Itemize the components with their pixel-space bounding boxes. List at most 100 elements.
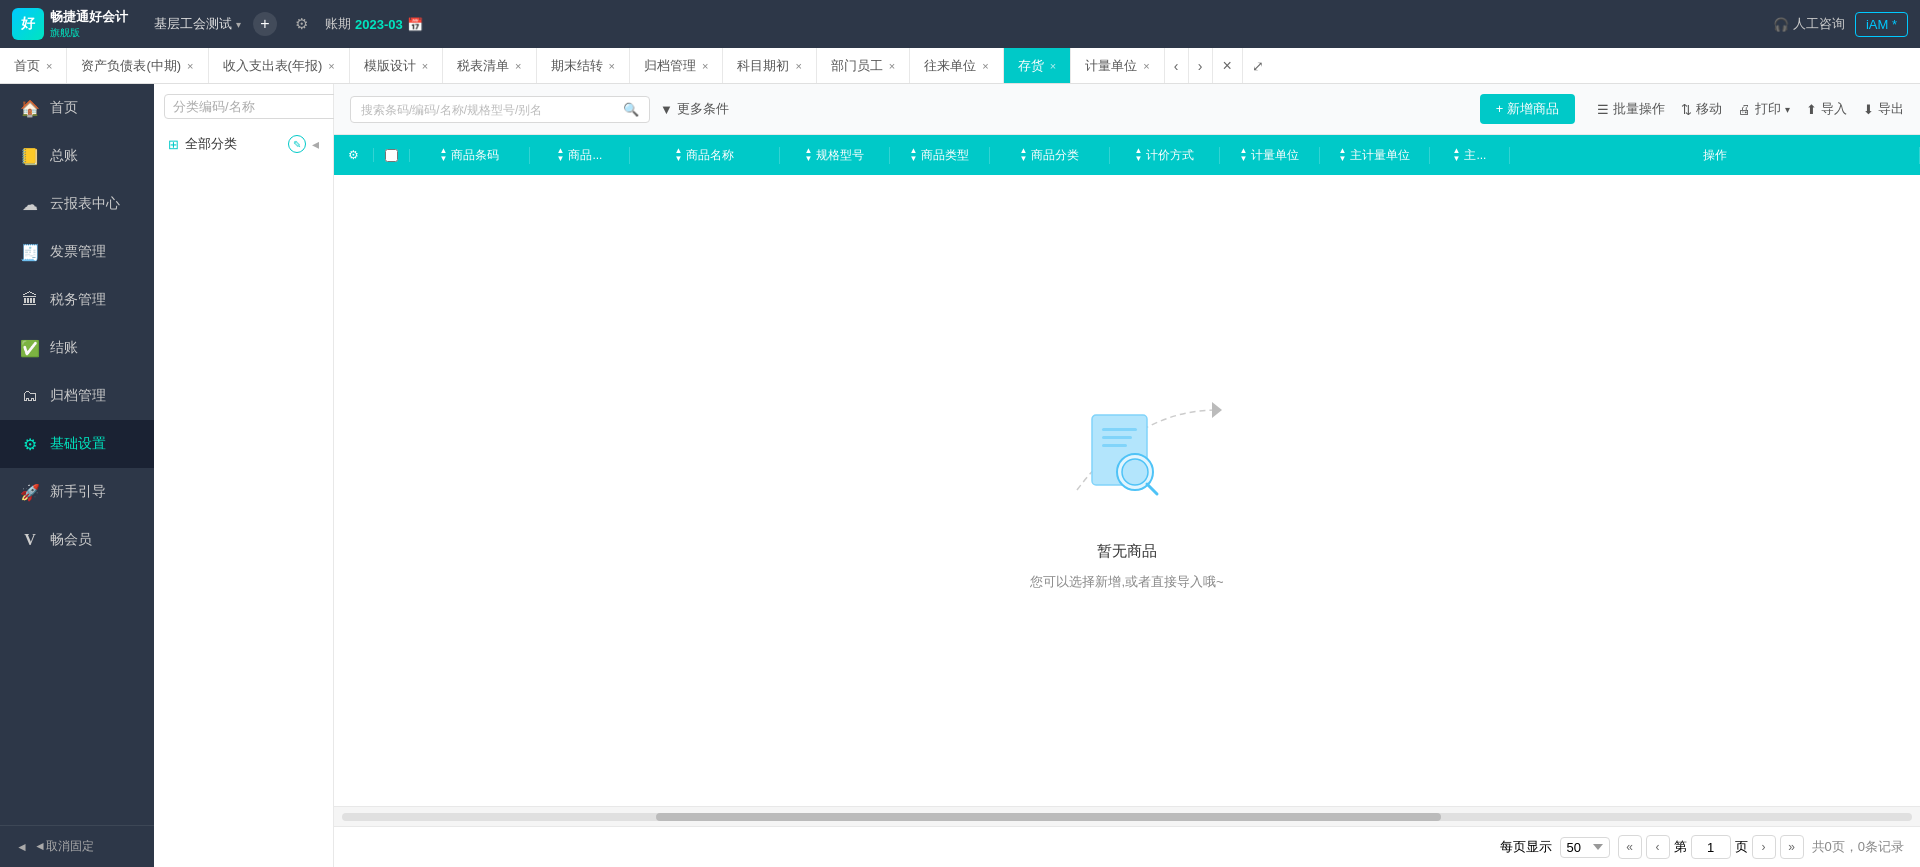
product-search-box[interactable]: 🔍 [350,96,650,123]
sidebar-item-invoice[interactable]: 🧾 发票管理 [0,228,154,276]
company-selector[interactable]: 基层工会测试 ▾ [154,15,241,33]
th-operations: 操作 [1510,147,1920,164]
sidebar-item-homepage[interactable]: 🏠 首页 [0,84,154,132]
horizontal-scrollbar[interactable] [334,806,1920,826]
sidebar-item-member[interactable]: V 畅会员 [0,516,154,564]
header: 好 畅捷通好会计 旗舰版 基层工会测试 ▾ + ⚙ 账期 2023-03 📅 🎧… [0,0,1920,48]
tab-close-icon[interactable]: × [328,60,334,72]
tab-bar: 首页 × 资产负债表(中期) × 收入支出表(年报) × 模版设计 × 税表清单… [0,48,1920,84]
main-layout: 🏠 首页 📒 总账 ☁ 云报表中心 🧾 发票管理 🏛 税务管理 ✅ 结账 🗂 归… [0,84,1920,867]
scroll-thumb[interactable] [656,813,1441,821]
page-number-input[interactable] [1691,835,1731,859]
batch-operation-button[interactable]: ☰ 批量操作 [1597,100,1665,118]
tab-dept-staff[interactable]: 部门员工 × [817,48,910,84]
th-type[interactable]: ▲▼ 商品类型 [890,147,990,164]
main-content: 🔍 ▼ 更多条件 + 新增商品 ☰ 批量操作 ⇅ 移动 [334,84,1920,867]
period-info: 账期 2023-03 📅 [325,15,423,33]
tab-close-icon[interactable]: × [1143,60,1149,72]
th-code[interactable]: ▲▼ 商品... [530,147,630,164]
tab-homepage[interactable]: 首页 × [0,48,67,84]
select-all-checkbox[interactable] [385,149,398,162]
edit-icon[interactable]: ✎ [288,135,306,153]
tab-close-icon[interactable]: × [609,60,615,72]
page-navigation: « ‹ 第 页 › » [1618,835,1804,859]
tab-expand-button[interactable]: ⤢ [1243,48,1273,84]
calendar-icon[interactable]: 📅 [407,17,423,32]
tab-close-icon[interactable]: × [889,60,895,72]
logo-area: 好 畅捷通好会计 旗舰版 [12,8,142,40]
tab-close-icon[interactable]: × [982,60,988,72]
product-search-input[interactable] [361,102,617,117]
th-spec[interactable]: ▲▼ 规格型号 [780,147,890,164]
sidebar-item-ledger[interactable]: 📒 总账 [0,132,154,180]
headset-icon: 🎧 [1773,17,1789,32]
th-category[interactable]: ▲▼ 商品分类 [990,147,1110,164]
consult-button[interactable]: 🎧 人工咨询 [1773,15,1845,33]
all-categories-item[interactable]: ⊞ 全部分类 ✎ ◂ [164,129,323,159]
per-page-select[interactable]: 50 20 100 200 [1560,837,1610,858]
table-header: ⚙ ▲▼ 商品条码 ▲▼ 商品... ▲▼ 商品名称 [334,135,1920,175]
tab-close-all-button[interactable]: × [1213,48,1243,84]
next-page-button[interactable]: › [1752,835,1776,859]
prev-page-button[interactable]: ‹ [1646,835,1670,859]
tab-template-design[interactable]: 模版设计 × [350,48,443,84]
first-page-button[interactable]: « [1618,835,1642,859]
settings-icon[interactable]: ⚙ [289,12,313,36]
unpin-button[interactable]: ◄ ◄取消固定 [0,825,154,867]
th-name[interactable]: ▲▼ 商品名称 [630,147,780,164]
tab-balance-sheet[interactable]: 资产负债表(中期) × [67,48,208,84]
tab-inventory[interactable]: 存货 × [1004,48,1071,84]
tab-period-close[interactable]: 期末结转 × [537,48,630,84]
sidebar-item-closing[interactable]: ✅ 结账 [0,324,154,372]
add-tab-button[interactable]: + [253,12,277,36]
last-page-button[interactable]: » [1780,835,1804,859]
tab-measure-unit[interactable]: 计量单位 × [1071,48,1164,84]
tab-close-icon[interactable]: × [46,60,52,72]
chevron-down-icon: ▾ [236,19,241,30]
tab-close-icon[interactable]: × [422,60,428,72]
tab-close-icon[interactable]: × [187,60,193,72]
add-product-button[interactable]: + 新增商品 [1480,94,1575,124]
th-col3[interactable]: ▲▼ 主... [1430,147,1510,164]
tab-income-expense[interactable]: 收入支出表(年报) × [209,48,350,84]
scroll-track[interactable] [342,813,1912,821]
tab-close-icon[interactable]: × [702,60,708,72]
tab-tax-list[interactable]: 税表清单 × [443,48,536,84]
tab-close-icon[interactable]: × [1050,60,1056,72]
th-main-unit[interactable]: ▲▼ 主计量单位 [1320,147,1430,164]
action-buttons: ☰ 批量操作 ⇅ 移动 🖨 打印 ▾ ⬆ 导入 [1597,100,1904,118]
th-price-method[interactable]: ▲▼ 计价方式 [1110,147,1220,164]
tab-archive[interactable]: 归档管理 × [630,48,723,84]
more-filters-button[interactable]: ▼ 更多条件 [660,100,729,118]
check-icon: ✅ [20,339,40,358]
sidebar-item-guide[interactable]: 🚀 新手引导 [0,468,154,516]
ledger-icon: 📒 [20,147,40,166]
sidebar-item-tax[interactable]: 🏛 税务管理 [0,276,154,324]
collapse-icon[interactable]: ◂ [312,136,319,152]
sidebar-item-archive[interactable]: 🗂 归档管理 [0,372,154,420]
search-icon[interactable]: 🔍 [623,102,639,117]
category-search-input[interactable] [173,99,333,114]
tab-close-icon[interactable]: × [515,60,521,72]
sidebar-item-cloud-report[interactable]: ☁ 云报表中心 [0,180,154,228]
th-barcode[interactable]: ▲▼ 商品条码 [410,147,530,164]
th-checkbox[interactable] [374,149,410,162]
tab-scroll-right-button[interactable]: › [1189,48,1213,84]
import-button[interactable]: ⬆ 导入 [1806,100,1847,118]
content-wrapper: 🔍 ⊞ 全部分类 ✎ ◂ 🔍 ▼ 更多条件 [154,84,1920,867]
tab-scroll-left-button[interactable]: ‹ [1165,48,1189,84]
svg-rect-4 [1102,444,1127,447]
move-button[interactable]: ⇅ 移动 [1681,100,1722,118]
th-unit[interactable]: ▲▼ 计量单位 [1220,147,1320,164]
account-button[interactable]: iAM * [1855,12,1908,37]
tab-subject-init[interactable]: 科目期初 × [723,48,816,84]
export-button[interactable]: ⬇ 导出 [1863,100,1904,118]
sidebar: 🏠 首页 📒 总账 ☁ 云报表中心 🧾 发票管理 🏛 税务管理 ✅ 结账 🗂 归… [0,84,154,867]
print-icon: 🖨 [1738,102,1751,117]
page-suffix: 页 [1735,838,1748,856]
th-settings[interactable]: ⚙ [334,148,374,162]
tab-close-icon[interactable]: × [795,60,801,72]
print-button[interactable]: 🖨 打印 ▾ [1738,100,1790,118]
sidebar-item-settings[interactable]: ⚙ 基础设置 [0,420,154,468]
tab-counterparts[interactable]: 往来单位 × [910,48,1003,84]
